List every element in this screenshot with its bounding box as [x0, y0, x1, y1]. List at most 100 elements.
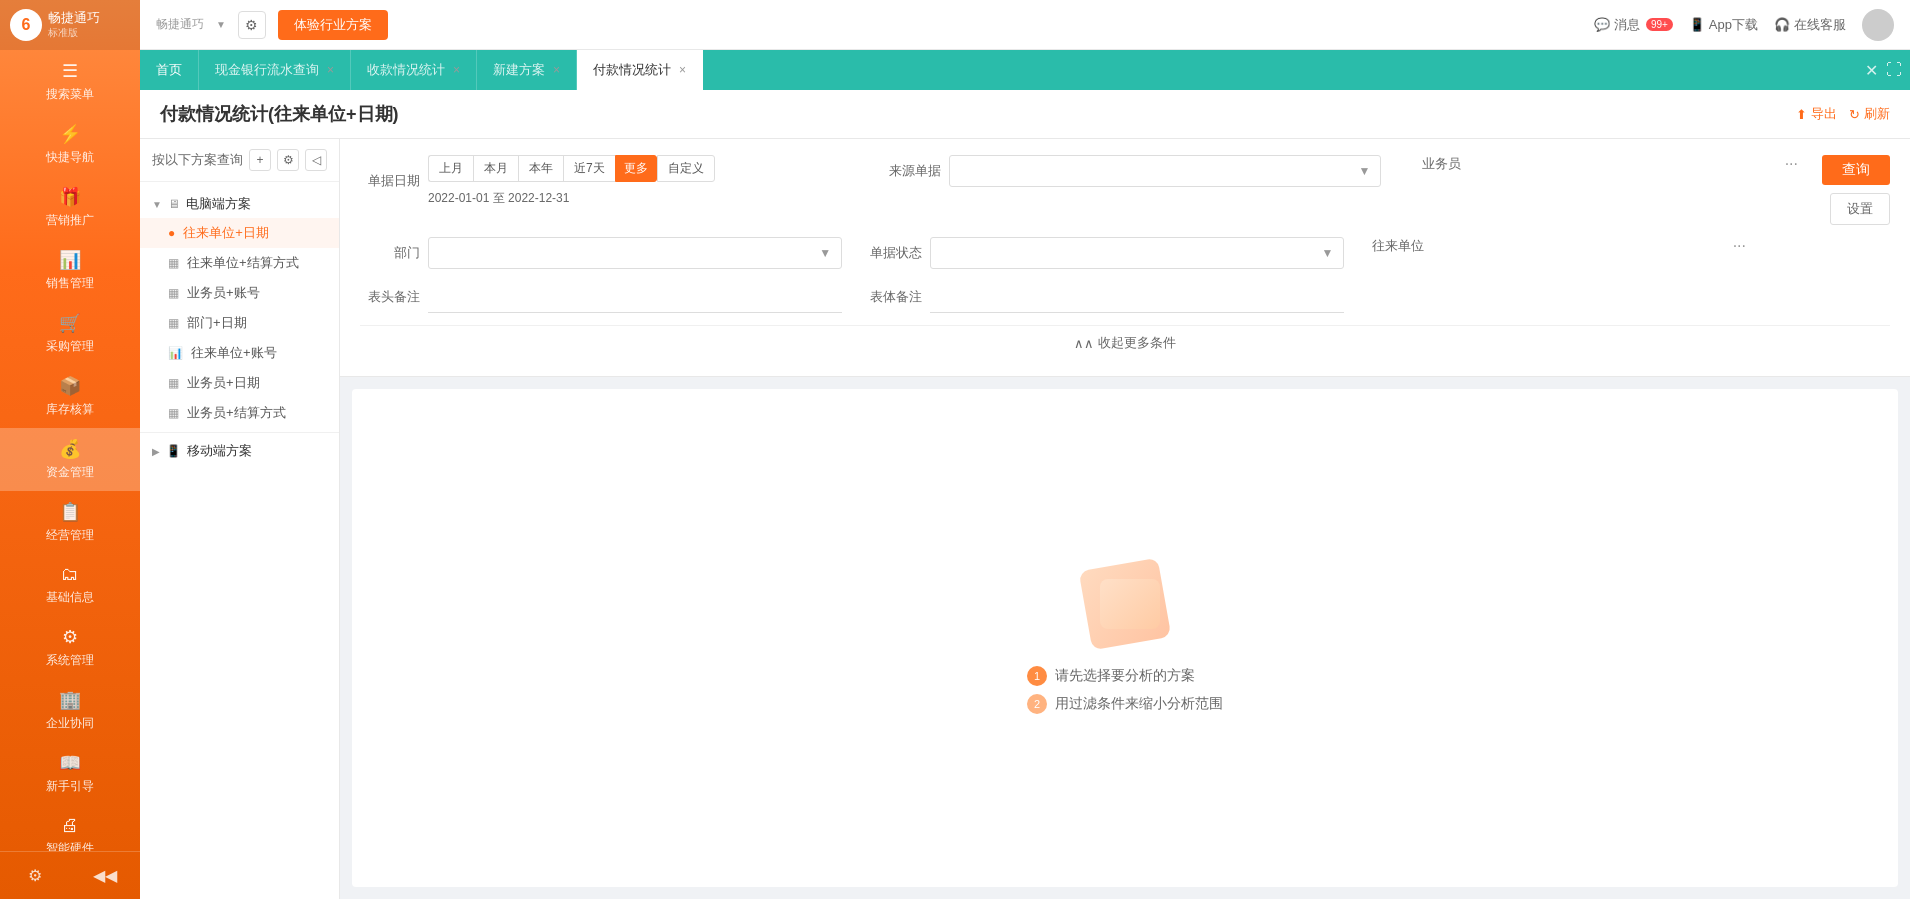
sidebar-item-basic-info[interactable]: 🗂 基础信息 [0, 554, 140, 616]
header-note-label: 表头备注 [360, 288, 420, 306]
staff-dots[interactable]: ··· [1781, 155, 1802, 173]
sidebar-bottom-settings[interactable]: ⚙ [0, 860, 70, 891]
export-btn[interactable]: ⬆ 导出 [1796, 105, 1837, 123]
schema-item-staff-settle-icon: ▦ [168, 406, 179, 420]
doc-status-label: 单据状态 [862, 244, 922, 262]
mobile-group-arrow: ▶ [152, 446, 160, 457]
schema-item-dept-date-label: 部门+日期 [187, 314, 247, 332]
tab-close-all-btn[interactable]: ✕ [1865, 61, 1878, 80]
schema-item-contact-date[interactable]: ● 往来单位+日期 [140, 218, 339, 248]
sidebar-item-hardware[interactable]: 🖨智能硬件 [0, 805, 140, 851]
body-note-label: 表体备注 [862, 288, 922, 306]
tab-bank-flow-close[interactable]: × [327, 63, 334, 77]
sidebar-label-basic-info: 基础信息 [46, 589, 94, 606]
header-note-input[interactable] [428, 281, 842, 313]
sidebar-item-operation[interactable]: 📋经营管理 [0, 491, 140, 554]
filter-row-2: 部门 ▼ 单据状态 ▼ [360, 237, 1890, 269]
date-btn-this-month[interactable]: 本月 [473, 155, 518, 182]
filter-group-dept: 部门 ▼ [360, 237, 842, 269]
sidebar-label-inventory: 库存核算 [46, 401, 94, 418]
schema-item-staff-settle[interactable]: ▦ 业务员+结算方式 [140, 398, 339, 428]
step-1-circle: 1 [1027, 666, 1047, 686]
left-panel-header-actions: + ⚙ ◁ [249, 149, 327, 171]
date-btn-this-year[interactable]: 本年 [518, 155, 563, 182]
tab-receipt-stats-close[interactable]: × [453, 63, 460, 77]
left-panel-body: ▼ 🖥 电脑端方案 ● 往来单位+日期 ▦ 往来单位+结算方式 [140, 182, 339, 899]
schema-item-contact-account[interactable]: 📊 往来单位+账号 [140, 338, 339, 368]
logo-icon: 6 [10, 9, 42, 41]
schema-item-dept-date[interactable]: ▦ 部门+日期 [140, 308, 339, 338]
empty-text: 1 请先选择要分析的方案 2 用过滤条件来缩小分析范围 [1027, 666, 1223, 722]
tab-payment-stats-close[interactable]: × [679, 63, 686, 77]
sidebar-icon-basic-info: 🗂 [61, 564, 79, 585]
trial-btn[interactable]: 体验行业方案 [278, 10, 388, 40]
date-btn-last-7[interactable]: 近7天 [563, 155, 615, 182]
panel-collapse-btn[interactable]: ◁ [305, 149, 327, 171]
body-note-input[interactable] [930, 281, 1344, 313]
date-btn-last-month[interactable]: 上月 [428, 155, 473, 182]
user-avatar[interactable] [1862, 9, 1894, 41]
sidebar-bottom-collapse[interactable]: ◀◀ [70, 860, 140, 891]
tab-bank-flow[interactable]: 现金银行流水查询 × [199, 50, 351, 90]
main-area: 畅捷通巧 ▼ ⚙ 体验行业方案 💬 消息 99+ 📱 App下载 🎧 在线客服 … [140, 0, 1910, 899]
tab-expand-btn[interactable]: ⛶ [1886, 61, 1902, 79]
sidebar-icon-sales: 📊 [59, 249, 81, 271]
source-doc-select[interactable]: ▼ [949, 155, 1382, 187]
refresh-btn[interactable]: ↻ 刷新 [1849, 105, 1890, 123]
filter-group-source: 来源单据 ▼ [881, 155, 1382, 187]
left-panel: 按以下方案查询 + ⚙ ◁ ▼ 🖥 电脑端方案 [140, 139, 340, 899]
dept-label: 部门 [360, 244, 420, 262]
sidebar-item-enterprise[interactable]: 🏢企业协同 [0, 679, 140, 742]
query-btn[interactable]: 查询 [1822, 155, 1890, 185]
empty-illustration [1065, 554, 1185, 654]
date-btn-custom[interactable]: 自定义 [657, 155, 715, 182]
date-btn-more[interactable]: 更多 [615, 155, 657, 182]
header-settings-btn[interactable]: ⚙ [238, 11, 266, 39]
schema-item-staff-date[interactable]: ▦ 业务员+日期 [140, 368, 339, 398]
sidebar-icon-quick-nav: ⚡ [59, 123, 81, 145]
schema-item-contact-settle-icon: ▦ [168, 256, 179, 270]
sidebar-item-search-menu[interactable]: ☰搜索菜单 [0, 50, 140, 113]
sidebar-label-enterprise: 企业协同 [46, 715, 94, 732]
desktop-group-label: 电脑端方案 [186, 195, 251, 213]
schema-item-staff-date-label: 业务员+日期 [187, 374, 260, 392]
mobile-group-header[interactable]: ▶ 📱 移动端方案 [140, 437, 339, 465]
collapse-label: 收起更多条件 [1098, 334, 1176, 352]
sidebar-item-sales[interactable]: 📊销售管理 [0, 239, 140, 302]
sidebar-item-purchase[interactable]: 🛒采购管理 [0, 302, 140, 365]
tab-receipt-stats[interactable]: 收款情况统计 × [351, 50, 477, 90]
tab-new-plan[interactable]: 新建方案 × [477, 50, 577, 90]
schema-settings-btn[interactable]: ⚙ [277, 149, 299, 171]
source-doc-arrow: ▼ [1359, 164, 1371, 178]
sidebar-item-marketing[interactable]: 🎁营销推广 [0, 176, 140, 239]
dept-select[interactable]: ▼ [428, 237, 842, 269]
schema-item-staff-account[interactable]: ▦ 业务员+账号 [140, 278, 339, 308]
desktop-group-header[interactable]: ▼ 🖥 电脑端方案 [140, 190, 339, 218]
sidebar-item-finance[interactable]: 💰资金管理 [0, 428, 140, 491]
collapse-btn[interactable]: ∧∧ 收起更多条件 [360, 325, 1890, 360]
filter-settings-btn[interactable]: 设置 [1830, 193, 1890, 225]
tab-new-plan-close[interactable]: × [553, 63, 560, 77]
desktop-group-arrow: ▼ [152, 199, 162, 210]
sidebar-label-hardware: 智能硬件 [46, 840, 94, 851]
notifications-btn[interactable]: 💬 消息 99+ [1594, 16, 1673, 34]
contact-dots[interactable]: ··· [1729, 237, 1750, 255]
sidebar-item-system[interactable]: ⚙系统管理 [0, 616, 140, 679]
online-service-btn[interactable]: 🎧 在线客服 [1774, 16, 1846, 34]
tab-home[interactable]: 首页 [140, 50, 199, 90]
step-2-circle: 2 [1027, 694, 1047, 714]
add-schema-btn[interactable]: + [249, 149, 271, 171]
app-download-btn[interactable]: 📱 App下载 [1689, 16, 1758, 34]
doc-status-select[interactable]: ▼ [930, 237, 1344, 269]
message-icon: 💬 [1594, 17, 1610, 32]
sidebar-label-quick-nav: 快捷导航 [46, 149, 94, 166]
schema-item-contact-account-label: 往来单位+账号 [191, 344, 277, 362]
sidebar-item-inventory[interactable]: 📦库存核算 [0, 365, 140, 428]
sidebar-item-quick-nav[interactable]: ⚡ 快捷导航 [0, 113, 140, 176]
schema-item-contact-settle[interactable]: ▦ 往来单位+结算方式 [140, 248, 339, 278]
sidebar-item-guide[interactable]: 📖新手引导 [0, 742, 140, 805]
filter-area: 单据日期 上月 本月 本年 近7天 更多 自定义 20 [340, 139, 1910, 377]
tab-payment-stats[interactable]: 付款情况统计 × [577, 50, 703, 90]
empty-step-2: 2 用过滤条件来缩小分析范围 [1027, 694, 1223, 714]
tab-new-plan-label: 新建方案 [493, 61, 545, 79]
